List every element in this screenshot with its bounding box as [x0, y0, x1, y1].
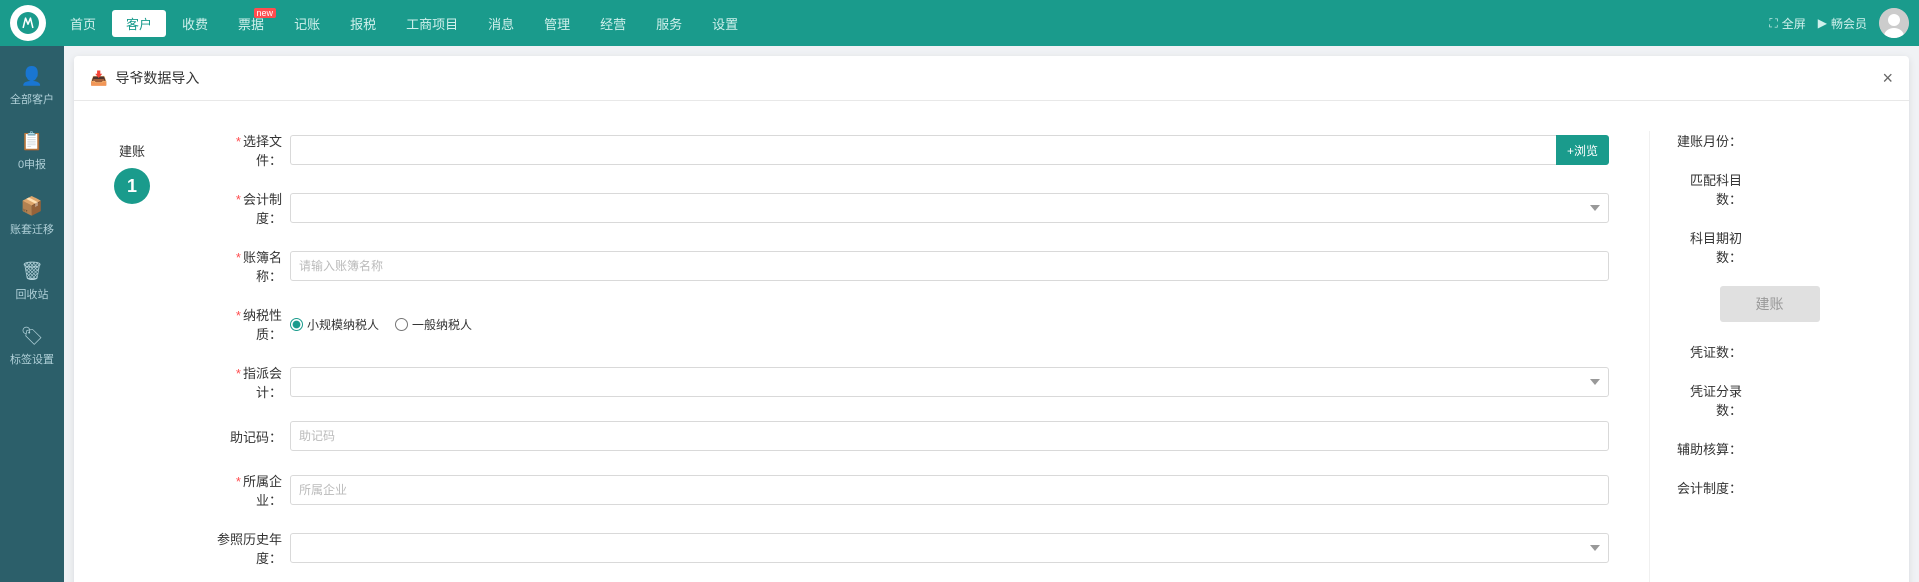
- accountant-row: 指派会计：: [210, 363, 1609, 401]
- tax-type-row: 纳税性质： 小规模纳税人 一般纳税人: [210, 305, 1609, 343]
- nav-home[interactable]: 首页: [56, 10, 110, 37]
- top-navigation: 首页 客户 收费 票据 new 记账 报税 工商项目 消息 管理 经营 服务 设…: [0, 0, 1919, 46]
- info-accounting-system-row: 会计制度：: [1670, 478, 1869, 497]
- history-year-row: 参照历史年度：: [210, 529, 1609, 567]
- fullscreen-btn[interactable]: ⛶ 全屏: [1769, 15, 1805, 32]
- memo-input[interactable]: [290, 421, 1609, 451]
- match-subjects-row: 匹配科目数：: [1670, 170, 1869, 208]
- small-taxpayer-option[interactable]: 小规模纳税人: [290, 316, 379, 333]
- aux-accounting-row: 辅助核算：: [1670, 439, 1869, 458]
- sidebar-item-all-customers[interactable]: 👤 全部客户: [0, 56, 64, 117]
- aux-accounting-label: 辅助核算：: [1670, 439, 1750, 458]
- memo-row: 助记码：: [210, 421, 1609, 451]
- main-layout: 👤 全部客户 📋 0申报 📦 账套迁移 🗑 回收站 🏷 标签设置 📥 导爷数据导…: [0, 46, 1919, 582]
- general-taxpayer-option[interactable]: 一般纳税人: [395, 316, 472, 333]
- sidebar-item-declaration[interactable]: 📋 0申报: [0, 121, 64, 182]
- history-year-label: 参照历史年度：: [210, 529, 290, 567]
- nav-invoice[interactable]: 票据 new: [224, 10, 278, 37]
- info-accounting-system-label: 会计制度：: [1670, 478, 1750, 497]
- history-year-select[interactable]: [290, 533, 1609, 563]
- tax-type-group: 小规模纳税人 一般纳税人: [290, 316, 1609, 333]
- info-section: 建账月份： 匹配科目数： 科目期初数： 建账: [1649, 131, 1869, 582]
- file-input-group: +浏览: [290, 135, 1609, 165]
- voucher-entries-row: 凭证分录数：: [1670, 381, 1869, 419]
- ledger-name-label: 账簿名称：: [210, 247, 290, 285]
- nav-operations[interactable]: 经营: [586, 10, 640, 37]
- accounting-system-select[interactable]: [290, 193, 1609, 223]
- fullscreen-icon: ⛶: [1769, 16, 1777, 31]
- panel-header: 📥 导爷数据导入: [74, 56, 1909, 101]
- nav-messages[interactable]: 消息: [474, 10, 528, 37]
- form-section: 选择文件： +浏览 会计制度：: [210, 131, 1869, 582]
- initial-subjects-label: 科目期初数：: [1670, 228, 1750, 266]
- company-label: 所属企业：: [210, 471, 290, 509]
- form-left: 选择文件： +浏览 会计制度：: [210, 131, 1609, 582]
- close-button[interactable]: ×: [1882, 68, 1893, 89]
- step-section: 建账 1: [114, 131, 150, 582]
- tag-icon: 🏷: [21, 326, 44, 347]
- import-panel: 📥 导爷数据导入 × 建账 1 选择文件：: [74, 56, 1909, 582]
- nav-items: 首页 客户 收费 票据 new 记账 报税 工商项目 消息 管理 经营 服务 设…: [56, 10, 1769, 37]
- nav-tax[interactable]: 报税: [336, 10, 390, 37]
- accountant-label: 指派会计：: [210, 363, 290, 401]
- memo-label: 助记码：: [210, 427, 290, 446]
- member-btn[interactable]: ▶ 畅会员: [1818, 15, 1867, 32]
- migration-icon: 📦: [21, 196, 43, 217]
- declaration-icon: 📋: [21, 131, 43, 152]
- step-label: 建账: [119, 141, 145, 160]
- main-content: 📥 导爷数据导入 × 建账 1 选择文件：: [64, 46, 1919, 582]
- small-taxpayer-radio[interactable]: [290, 318, 303, 331]
- avatar[interactable]: [1879, 8, 1909, 38]
- month-label: 建账月份：: [1670, 131, 1750, 150]
- match-subjects-label: 匹配科目数：: [1670, 170, 1750, 208]
- voucher-entries-label: 凭证分录数：: [1670, 381, 1750, 419]
- accounting-system-label: 会计制度：: [210, 189, 290, 227]
- company-row: 所属企业：: [210, 471, 1609, 509]
- ledger-name-row: 账簿名称：: [210, 247, 1609, 285]
- nav-services[interactable]: 服务: [642, 10, 696, 37]
- users-icon: 👤: [21, 66, 43, 87]
- nav-billing[interactable]: 收费: [168, 10, 222, 37]
- create-account-button[interactable]: 建账: [1720, 286, 1820, 322]
- member-icon: ▶: [1818, 16, 1827, 30]
- nav-bookkeeping[interactable]: 记账: [280, 10, 334, 37]
- nav-settings[interactable]: 设置: [698, 10, 752, 37]
- general-taxpayer-radio[interactable]: [395, 318, 408, 331]
- voucher-count-label: 凭证数：: [1670, 342, 1750, 361]
- nav-customers[interactable]: 客户: [112, 10, 166, 37]
- initial-subjects-row: 科目期初数：: [1670, 228, 1869, 266]
- new-badge: new: [254, 8, 277, 18]
- company-input[interactable]: [290, 475, 1609, 505]
- nav-business[interactable]: 工商项目: [392, 10, 472, 37]
- file-input[interactable]: [290, 135, 1556, 165]
- voucher-count-row: 凭证数：: [1670, 342, 1869, 361]
- nav-right-actions: ⛶ 全屏 ▶ 畅会员: [1769, 8, 1909, 38]
- file-row: 选择文件： +浏览: [210, 131, 1609, 169]
- nav-management[interactable]: 管理: [530, 10, 584, 37]
- file-label: 选择文件：: [210, 131, 290, 169]
- panel-title: 导爷数据导入: [115, 68, 199, 88]
- step-circle: 1: [114, 168, 150, 204]
- accountant-select[interactable]: [290, 367, 1609, 397]
- tax-type-label: 纳税性质：: [210, 305, 290, 343]
- panel-body: 建账 1 选择文件： +浏览: [74, 101, 1909, 582]
- sidebar-item-tags[interactable]: 🏷 标签设置: [0, 316, 64, 377]
- sidebar-item-recycle[interactable]: 🗑 回收站: [0, 251, 64, 312]
- browse-button[interactable]: +浏览: [1556, 135, 1609, 165]
- sidebar: 👤 全部客户 📋 0申报 📦 账套迁移 🗑 回收站 🏷 标签设置: [0, 46, 64, 582]
- accounting-system-row: 会计制度：: [210, 189, 1609, 227]
- trash-icon: 🗑: [21, 261, 44, 282]
- logo: [10, 5, 46, 41]
- ledger-name-input[interactable]: [290, 251, 1609, 281]
- import-icon: 📥: [90, 70, 107, 87]
- month-row: 建账月份：: [1670, 131, 1869, 150]
- sidebar-item-migration[interactable]: 📦 账套迁移: [0, 186, 64, 247]
